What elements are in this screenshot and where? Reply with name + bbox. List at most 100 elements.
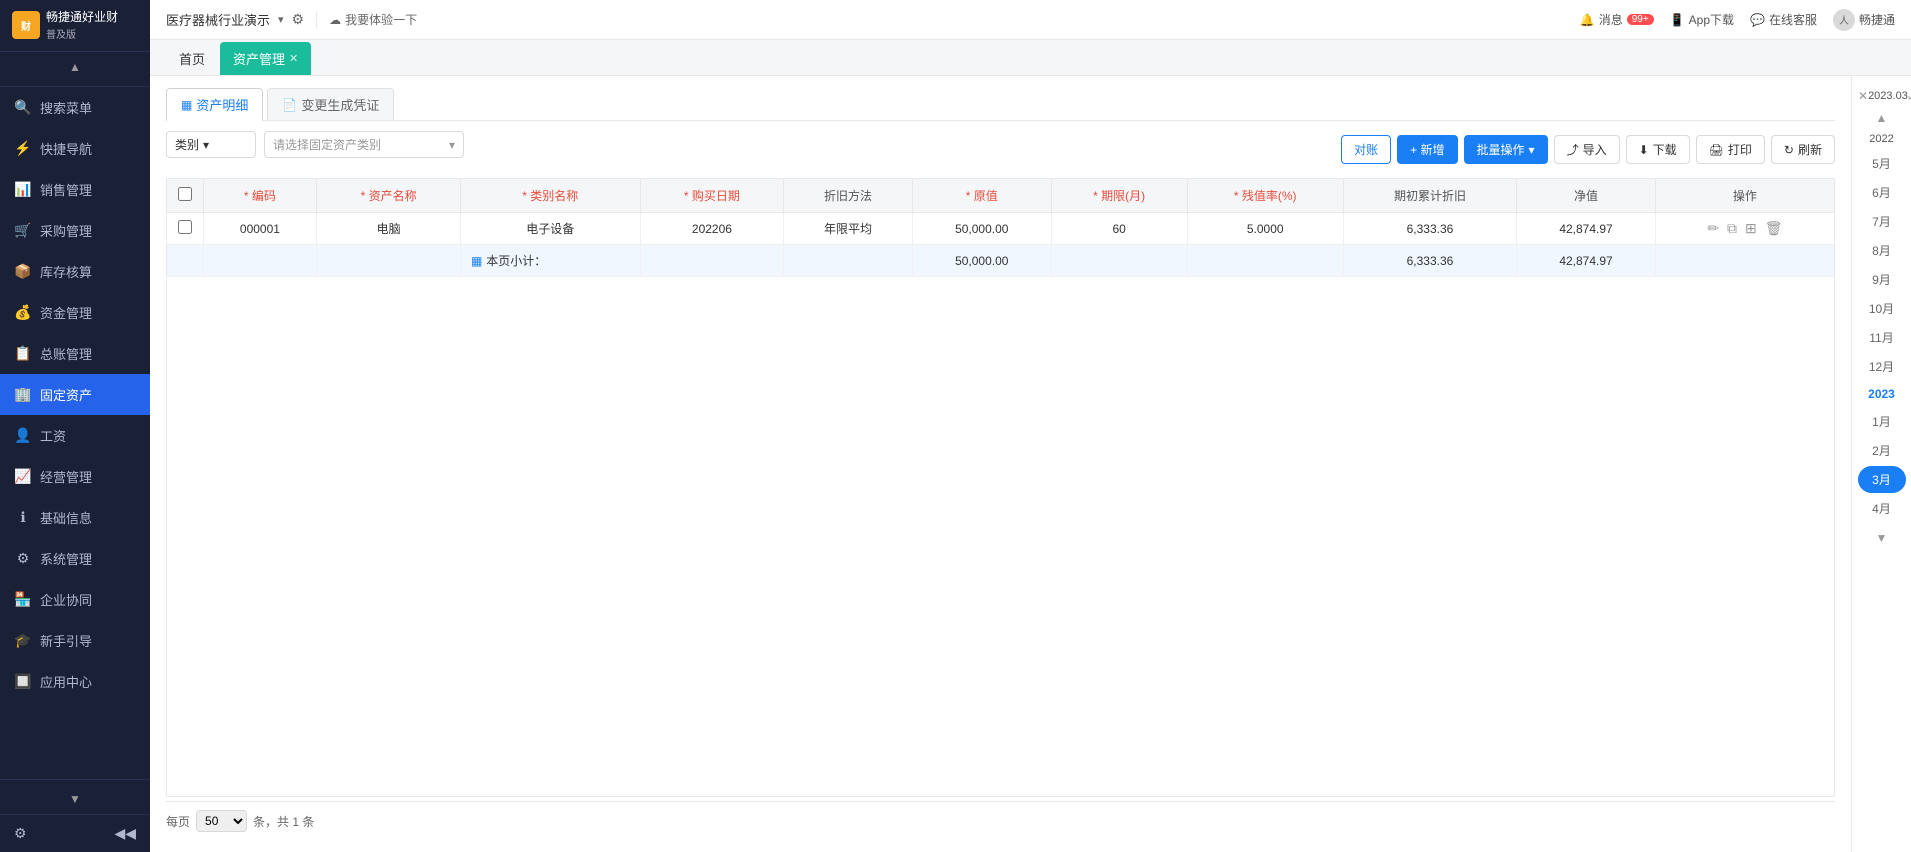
transfer-action[interactable]: ⊞ [1745,220,1757,237]
sidebar-item-system[interactable]: ⚙ 系统管理 [0,538,150,579]
total-label: 条，共 1 条 [253,813,314,830]
sidebar-item-payroll[interactable]: 👤 工资 [0,415,150,456]
subtotal-original-value: 50,000.00 [912,245,1051,277]
sidebar-scroll-up[interactable]: ▲ [65,56,85,78]
logo-edition: 普及版 [46,26,118,41]
download-icon: ⬇ [1639,143,1649,157]
content-main: ▦ 资产明细 📄 变更生成凭证 类别 ▾ [150,76,1851,852]
download-btn[interactable]: 📱 App下载 [1670,11,1734,28]
td-actions: ✏ ⧉ ⊞ 🗑 [1655,213,1834,245]
subtotal-empty3 [317,245,461,277]
row-actions: ✏ ⧉ ⊞ 🗑 [1666,220,1824,237]
download-button[interactable]: ⬇ 下载 [1626,135,1690,164]
copy-action[interactable]: ⧉ [1727,220,1737,237]
right-panel-close-icon[interactable]: ✕ [1858,89,1868,103]
sidebar-item-purchase[interactable]: 🛒 采购管理 [0,210,150,251]
td-checkbox [167,213,203,245]
subtotal-empty8 [1655,245,1834,277]
tab-assets-close[interactable]: ✕ [289,52,298,65]
subtotal-net-value: 42,874.97 [1517,245,1656,277]
sales-icon: 📊 [14,181,32,198]
user-menu[interactable]: 人 畅捷通 [1833,9,1895,31]
edit-action[interactable]: ✏ [1707,220,1719,237]
sidebar-item-label: 快捷导航 [40,139,92,158]
experience-text: 我要体验一下 [345,11,417,28]
select-all-checkbox[interactable] [178,187,192,201]
month-2022-12[interactable]: 12月 [1858,353,1906,380]
batch-button[interactable]: 批量操作 ▾ [1464,135,1548,164]
sidebar-item-inventory[interactable]: 📦 库存核算 [0,251,150,292]
settings-icon[interactable]: ⚙ [14,825,27,842]
refresh-button[interactable]: ↻ 刷新 [1771,135,1835,164]
download-label: App下载 [1689,11,1734,28]
category-input[interactable]: 请选择固定资产类别 ▾ [264,131,464,158]
print-button[interactable]: 🖨 打印 [1696,135,1765,164]
sidebar-item-label: 搜索菜单 [40,98,92,117]
company-dropdown-icon[interactable]: ▾ [278,13,284,26]
month-2023-1[interactable]: 1月 [1858,408,1906,435]
sub-tab-voucher[interactable]: 📄 变更生成凭证 [267,88,394,120]
inventory-icon: 📦 [14,263,32,280]
sidebar-item-basic-info[interactable]: ℹ 基础信息 [0,497,150,538]
toolbar: 类别 ▾ 请选择固定资产类别 ▾ 对账 + 新增 [166,131,1835,168]
month-2023-3[interactable]: 3月 [1858,466,1906,493]
import-button[interactable]: ⤴ 导入 [1554,135,1620,164]
panel-down-btn[interactable]: ▼ [1872,527,1892,549]
month-2022-7[interactable]: 7月 [1858,208,1906,235]
sidebar-item-label: 销售管理 [40,180,92,199]
subtotal-empty2 [203,245,317,277]
content-area: ▦ 资产明细 📄 变更生成凭证 类别 ▾ [150,76,1911,852]
sidebar-item-guide[interactable]: 🎓 新手引导 [0,620,150,661]
assets-icon: 🏢 [14,386,32,403]
th-category: * 类别名称 [460,179,640,213]
month-2022-8[interactable]: 8月 [1858,237,1906,264]
avatar: 人 [1833,9,1855,31]
sidebar-item-operations[interactable]: 📈 经营管理 [0,456,150,497]
month-2022-10[interactable]: 10月 [1858,295,1906,322]
new-button[interactable]: + 新增 [1397,135,1457,164]
message-label: 消息 [1599,11,1623,28]
sub-tab-asset-detail[interactable]: ▦ 资产明细 [166,88,263,121]
sidebar-item-sales[interactable]: 📊 销售管理 [0,169,150,210]
message-btn[interactable]: 🔔 消息 99+ [1580,11,1654,28]
sidebar-item-search[interactable]: 🔍 搜索菜单 [0,87,150,128]
operations-icon: 📈 [14,468,32,485]
month-2023-4[interactable]: 4月 [1858,495,1906,522]
sidebar-scroll-down[interactable]: ▼ [65,788,85,810]
reconcile-button[interactable]: 对账 [1341,135,1391,164]
month-2022-6[interactable]: 6月 [1858,179,1906,206]
voucher-icon: 📄 [282,98,297,112]
subtotal-icon: ▦ [471,254,482,268]
sub-tab-voucher-label: 变更生成凭证 [301,95,379,114]
import-icon: ⤴ [1567,141,1579,158]
per-page-select[interactable]: 50 10 20 100 [196,810,247,832]
td-purchase-date: 202206 [640,213,784,245]
collapse-icon[interactable]: ◀◀ [114,825,136,842]
row-checkbox[interactable] [178,220,192,234]
sidebar-item-enterprise[interactable]: 🏪 企业协同 [0,579,150,620]
month-2022-9[interactable]: 9月 [1858,266,1906,293]
filter-row: 类别 ▾ 请选择固定资产类别 ▾ [166,131,464,158]
sidebar-item-fixed-assets[interactable]: 🏢 固定资产 [0,374,150,415]
funds-icon: 💰 [14,304,32,321]
month-2022-5[interactable]: 5月 [1858,150,1906,177]
sidebar-item-ledger[interactable]: 📋 总账管理 [0,333,150,374]
th-purchase-date: * 购买日期 [640,179,784,213]
tab-home[interactable]: 首页 [166,42,218,75]
tab-home-label: 首页 [179,49,205,68]
service-label: 在线客服 [1769,11,1817,28]
service-btn[interactable]: 💬 在线客服 [1750,11,1817,28]
sidebar-item-funds[interactable]: 💰 资金管理 [0,292,150,333]
experience-btn[interactable]: ☁ 我要体验一下 [329,11,417,28]
month-2022-11[interactable]: 11月 [1858,324,1906,351]
sidebar-item-quicknav[interactable]: ⚡ 快捷导航 [0,128,150,169]
tab-assets[interactable]: 资产管理 ✕ [220,42,311,75]
batch-label: 批量操作 [1477,141,1525,158]
company-gear-icon[interactable]: ⚙ [292,11,305,28]
category-select[interactable]: 类别 ▾ [166,131,256,158]
panel-up-btn[interactable]: ▲ [1872,107,1892,129]
th-period: * 期限(月) [1051,179,1187,213]
month-2023-2[interactable]: 2月 [1858,437,1906,464]
sidebar-item-appcenter[interactable]: 🔲 应用中心 [0,661,150,702]
delete-action[interactable]: 🗑 [1765,220,1783,237]
